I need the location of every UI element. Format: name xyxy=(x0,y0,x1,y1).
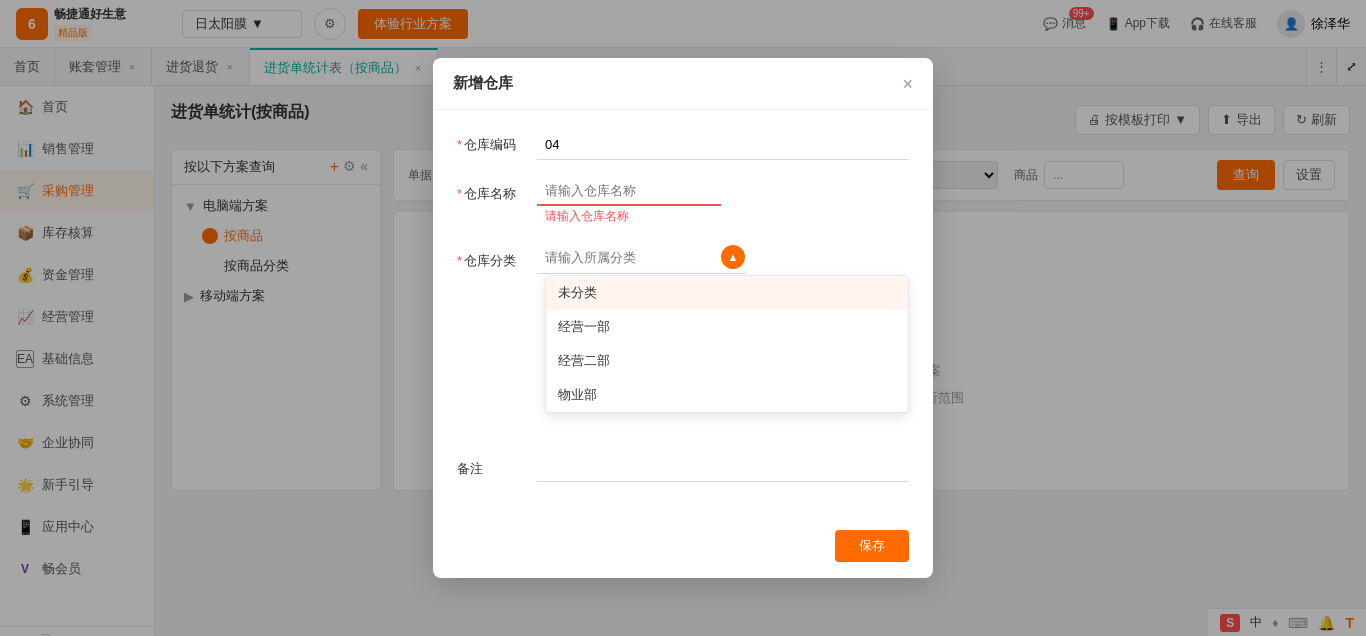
dropdown-item-dept2[interactable]: 经营二部 xyxy=(546,344,908,378)
dropdown-item-dept1[interactable]: 经营一部 xyxy=(546,310,908,344)
note-input[interactable] xyxy=(537,454,909,482)
name-error-message: 请输入仓库名称 xyxy=(545,208,629,225)
code-input[interactable] xyxy=(537,130,909,160)
form-row-category: 仓库分类 ▲ 未分类 经营一部 经营二部 物业部 xyxy=(457,241,909,274)
category-dropdown-list: 未分类 经营一部 经营二部 物业部 xyxy=(545,275,909,413)
dialog-overlay: 新增仓库 × 仓库编码 仓库名称 请输入仓库名称 仓库分类 xyxy=(0,0,1366,636)
dialog-footer: 保存 xyxy=(433,518,933,578)
dropdown-toggle-button[interactable]: ▲ xyxy=(721,245,745,269)
name-input[interactable] xyxy=(537,176,721,206)
dialog-title: 新增仓库 xyxy=(453,74,513,93)
dialog-close-button[interactable]: × xyxy=(902,75,913,93)
dropdown-item-property[interactable]: 物业部 xyxy=(546,378,908,412)
dropdown-item-uncategorized[interactable]: 未分类 xyxy=(546,276,908,310)
form-row-code: 仓库编码 xyxy=(457,130,909,160)
dialog-header: 新增仓库 × xyxy=(433,58,933,110)
save-button[interactable]: 保存 xyxy=(835,530,909,562)
form-row-note: 备注 xyxy=(457,454,909,482)
note-label: 备注 xyxy=(457,454,537,478)
dialog-add-warehouse: 新增仓库 × 仓库编码 仓库名称 请输入仓库名称 仓库分类 xyxy=(433,58,933,578)
dialog-body: 仓库编码 仓库名称 请输入仓库名称 仓库分类 ▲ xyxy=(433,110,933,518)
form-row-name: 仓库名称 请输入仓库名称 xyxy=(457,176,909,225)
code-label: 仓库编码 xyxy=(457,130,537,154)
name-label: 仓库名称 xyxy=(457,179,537,203)
category-label: 仓库分类 xyxy=(457,246,537,270)
category-input[interactable] xyxy=(537,250,721,265)
